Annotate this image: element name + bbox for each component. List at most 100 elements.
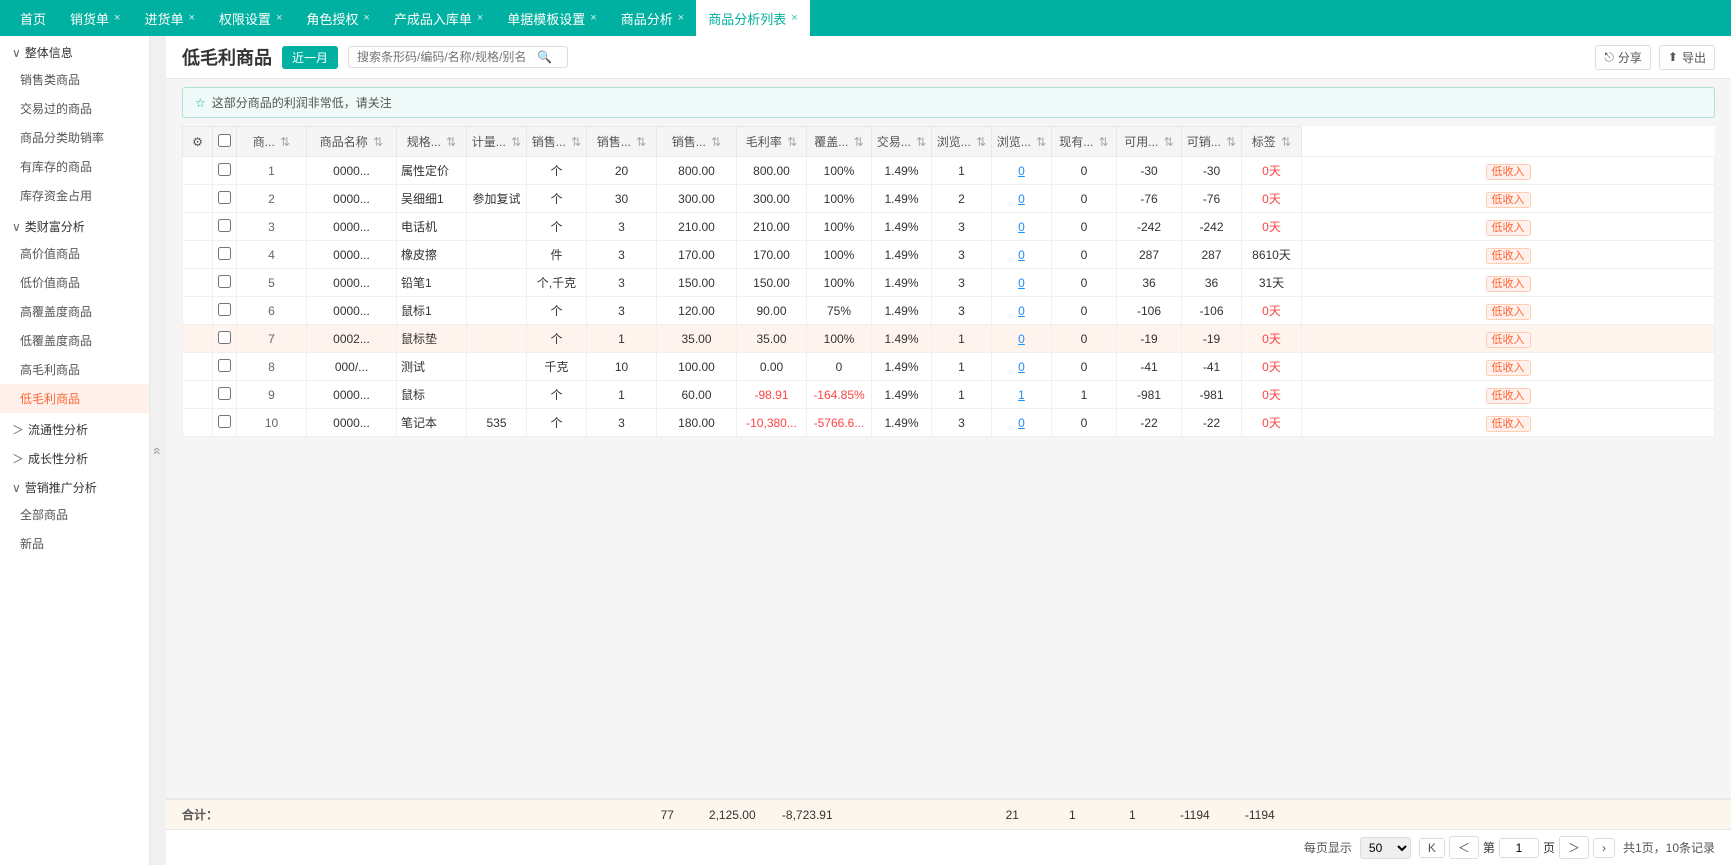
sidebar-group-wealth[interactable]: ∨ 类财富分析 — [0, 210, 149, 239]
row-settings[interactable] — [183, 353, 213, 381]
row-select-checkbox[interactable] — [218, 303, 231, 316]
row-settings[interactable] — [183, 269, 213, 297]
row-select-checkbox[interactable] — [218, 359, 231, 372]
row-select-checkbox[interactable] — [218, 331, 231, 344]
col-unit[interactable]: 计量... ⇅ — [467, 127, 527, 157]
col-tag[interactable]: 标签 ⇅ — [1242, 127, 1302, 157]
col-sales-qty[interactable]: 销售... ⇅ — [527, 127, 587, 157]
sidebar-item-in-stock[interactable]: 有库存的商品 — [0, 152, 149, 181]
sidebar-group-growth[interactable]: ＞ 成长性分析 — [0, 442, 149, 471]
date-filter-button[interactable]: 近一月 — [282, 46, 338, 69]
nav-template-settings[interactable]: 单据模板设置 × — [495, 0, 608, 36]
nav-home[interactable]: 首页 — [8, 0, 58, 36]
row-checkbox[interactable] — [213, 241, 237, 269]
sidebar-item-traded-products[interactable]: 交易过的商品 — [0, 94, 149, 123]
row-checkbox[interactable] — [213, 213, 237, 241]
sidebar-item-inventory-capital[interactable]: 库存资金占用 — [0, 181, 149, 210]
row-settings[interactable] — [183, 409, 213, 437]
row-settings[interactable] — [183, 297, 213, 325]
col-views2[interactable]: 浏览... ⇅ — [992, 127, 1052, 157]
row-checkbox[interactable] — [213, 157, 237, 185]
sidebar-item-low-margin[interactable]: 低毛利商品 — [0, 384, 149, 413]
close-icon[interactable]: × — [477, 12, 483, 24]
sidebar-item-high-margin[interactable]: 高毛利商品 — [0, 355, 149, 384]
col-sales-profit[interactable]: 销售... ⇅ — [657, 127, 737, 157]
row-views1[interactable]: 0 — [992, 269, 1052, 297]
row-settings[interactable] — [183, 157, 213, 185]
page-size-select[interactable]: 10 20 50 100 — [1360, 837, 1411, 859]
row-checkbox[interactable] — [213, 185, 237, 213]
close-icon[interactable]: × — [114, 12, 120, 24]
row-checkbox[interactable] — [213, 409, 237, 437]
sidebar-item-sales-products[interactable]: 销售类商品 — [0, 65, 149, 94]
row-checkbox[interactable] — [213, 269, 237, 297]
select-all-checkbox[interactable] — [218, 134, 231, 147]
row-checkbox[interactable] — [213, 297, 237, 325]
col-views1[interactable]: 浏览... ⇅ — [932, 127, 992, 157]
prev-page-button[interactable]: ＜ — [1449, 836, 1479, 859]
row-select-checkbox[interactable] — [218, 191, 231, 204]
row-select-checkbox[interactable] — [218, 415, 231, 428]
page-input[interactable] — [1499, 838, 1539, 858]
row-views1[interactable]: 0 — [992, 297, 1052, 325]
row-views1[interactable]: 0 — [992, 409, 1052, 437]
nav-product-analysis[interactable]: 商品分析 × — [609, 0, 696, 36]
nav-roles[interactable]: 角色授权 × — [294, 0, 381, 36]
last-page-button[interactable]: › — [1593, 838, 1615, 858]
close-icon[interactable]: × — [188, 12, 194, 24]
search-input[interactable] — [357, 50, 537, 64]
sidebar-item-new-products[interactable]: 新品 — [0, 529, 149, 558]
row-settings[interactable] — [183, 241, 213, 269]
next-page-button[interactable]: ＞ — [1559, 836, 1589, 859]
sidebar-item-category-sales-rate[interactable]: 商品分类助销率 — [0, 123, 149, 152]
col-available[interactable]: 可用... ⇅ — [1117, 127, 1182, 157]
nav-product-entry[interactable]: 产成品入库单 × — [382, 0, 495, 36]
row-settings[interactable] — [183, 213, 213, 241]
row-views1[interactable]: 0 — [992, 213, 1052, 241]
row-settings[interactable] — [183, 381, 213, 409]
search-icon[interactable]: 🔍 — [537, 50, 552, 64]
col-sellable[interactable]: 可销... ⇅ — [1182, 127, 1242, 157]
sidebar-group-overall[interactable]: ∨ 整体信息 — [0, 36, 149, 65]
sidebar-item-all-products[interactable]: 全部商品 — [0, 500, 149, 529]
col-transaction[interactable]: 交易... ⇅ — [872, 127, 932, 157]
close-icon[interactable]: × — [678, 12, 684, 24]
nav-sales-order[interactable]: 销货单 × — [58, 0, 132, 36]
row-select-checkbox[interactable] — [218, 275, 231, 288]
sidebar-item-high-coverage[interactable]: 高覆盖度商品 — [0, 297, 149, 326]
row-settings[interactable] — [183, 185, 213, 213]
sidebar-item-low-value[interactable]: 低价值商品 — [0, 268, 149, 297]
col-spec[interactable]: 规格... ⇅ — [397, 127, 467, 157]
sidebar-item-low-coverage[interactable]: 低覆盖度商品 — [0, 326, 149, 355]
row-views1[interactable]: 0 — [992, 241, 1052, 269]
close-icon[interactable]: × — [590, 12, 596, 24]
export-button[interactable]: ⬆ 导出 — [1659, 45, 1715, 70]
sidebar-item-high-value[interactable]: 高价值商品 — [0, 239, 149, 268]
row-checkbox[interactable] — [213, 353, 237, 381]
row-select-checkbox[interactable] — [218, 219, 231, 232]
first-page-button[interactable]: K — [1419, 838, 1445, 858]
nav-purchase-order[interactable]: 进货单 × — [132, 0, 206, 36]
nav-product-analysis-list[interactable]: 商品分析列表 × — [696, 0, 809, 36]
row-select-checkbox[interactable] — [218, 387, 231, 400]
close-icon[interactable]: × — [276, 12, 282, 24]
col-sales-price[interactable]: 销售... ⇅ — [587, 127, 657, 157]
row-checkbox[interactable] — [213, 381, 237, 409]
nav-permissions[interactable]: 权限设置 × — [207, 0, 294, 36]
row-views1[interactable]: 0 — [992, 185, 1052, 213]
sidebar-group-marketing[interactable]: ∨ 营销推广分析 — [0, 471, 149, 500]
col-settings[interactable]: ⚙ — [183, 127, 213, 157]
col-coverage[interactable]: 覆盖... ⇅ — [807, 127, 872, 157]
col-name[interactable]: 商品名称 ⇅ — [307, 127, 397, 157]
close-icon[interactable]: × — [363, 12, 369, 24]
close-icon[interactable]: × — [791, 12, 797, 24]
row-select-checkbox[interactable] — [218, 247, 231, 260]
col-gross-margin[interactable]: 毛利率 ⇅ — [737, 127, 807, 157]
col-code[interactable]: 商... ⇅ — [237, 127, 307, 157]
col-current-stock[interactable]: 现有... ⇅ — [1052, 127, 1117, 157]
sidebar-collapse-button[interactable]: « — [150, 36, 166, 865]
row-settings[interactable] — [183, 325, 213, 353]
share-button[interactable]: ⎋ 分享 — [1595, 45, 1651, 70]
row-views1[interactable]: 1 — [992, 381, 1052, 409]
sidebar-group-flow[interactable]: ＞ 流通性分析 — [0, 413, 149, 442]
